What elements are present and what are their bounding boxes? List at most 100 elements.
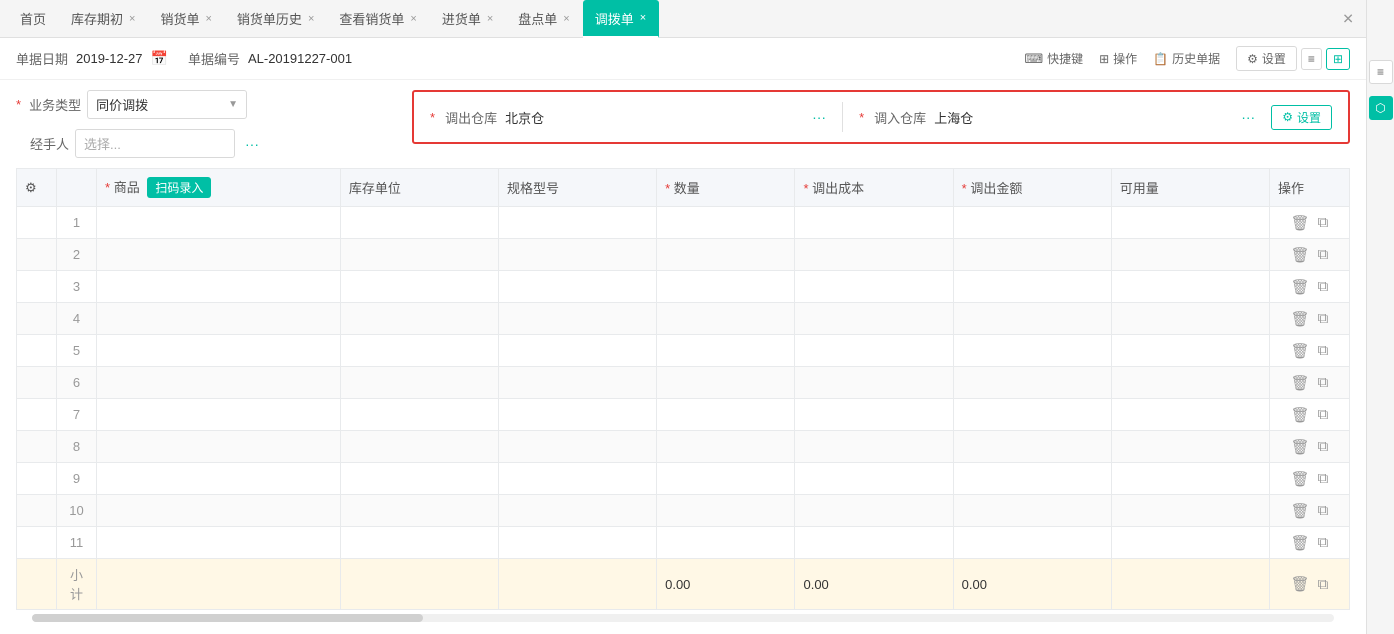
row-spec-cell[interactable] bbox=[498, 463, 656, 495]
row-spec-cell[interactable] bbox=[498, 527, 656, 559]
row-product-cell[interactable] bbox=[97, 207, 341, 239]
row-spec-cell[interactable] bbox=[498, 239, 656, 271]
row-qty-cell[interactable] bbox=[657, 367, 795, 399]
row-spec-cell[interactable] bbox=[498, 367, 656, 399]
handler-select[interactable]: 选择... bbox=[75, 129, 235, 158]
tab-close-stocktaking[interactable]: × bbox=[563, 13, 569, 25]
row-delete-icon[interactable]: 🗑 bbox=[1291, 278, 1310, 296]
row-cost-cell[interactable] bbox=[795, 431, 953, 463]
row-unit-cell[interactable] bbox=[340, 399, 498, 431]
tab-close-inventory-init[interactable]: × bbox=[129, 13, 135, 25]
row-amount-cell[interactable] bbox=[953, 335, 1111, 367]
row-spec-cell[interactable] bbox=[498, 335, 656, 367]
row-qty-cell[interactable] bbox=[657, 207, 795, 239]
row-cost-cell[interactable] bbox=[795, 463, 953, 495]
row-qty-cell[interactable] bbox=[657, 399, 795, 431]
row-unit-cell[interactable] bbox=[340, 431, 498, 463]
row-cost-cell[interactable] bbox=[795, 239, 953, 271]
row-unit-cell[interactable] bbox=[340, 463, 498, 495]
row-amount-cell[interactable] bbox=[953, 239, 1111, 271]
row-copy-icon[interactable]: ⧉ bbox=[1318, 502, 1329, 519]
row-qty-cell[interactable] bbox=[657, 495, 795, 527]
row-copy-icon[interactable]: ⧉ bbox=[1318, 214, 1329, 231]
tab-purchase[interactable]: 进货单 × bbox=[430, 0, 506, 38]
row-qty-cell[interactable] bbox=[657, 271, 795, 303]
row-delete-icon[interactable]: 🗑 bbox=[1291, 214, 1310, 232]
tab-inventory-init[interactable]: 库存期初 × bbox=[59, 0, 148, 38]
row-amount-cell[interactable] bbox=[953, 527, 1111, 559]
row-copy-icon[interactable]: ⧉ bbox=[1318, 246, 1329, 263]
row-cost-cell[interactable] bbox=[795, 335, 953, 367]
handler-more-icon[interactable]: ··· bbox=[245, 136, 259, 152]
row-spec-cell[interactable] bbox=[498, 271, 656, 303]
row-copy-icon[interactable]: ⧉ bbox=[1318, 406, 1329, 423]
window-close-button[interactable]: ✕ bbox=[1342, 10, 1354, 27]
row-spec-cell[interactable] bbox=[498, 495, 656, 527]
row-spec-cell[interactable] bbox=[498, 399, 656, 431]
row-unit-cell[interactable] bbox=[340, 207, 498, 239]
subtotal-copy-icon[interactable]: ⧉ bbox=[1318, 576, 1329, 593]
tab-transfer[interactable]: 调拨单 × bbox=[583, 0, 659, 38]
row-amount-cell[interactable] bbox=[953, 495, 1111, 527]
th-gear[interactable]: ⚙ bbox=[17, 169, 57, 207]
settings-button[interactable]: ⚙ 设置 bbox=[1236, 46, 1297, 71]
row-product-cell[interactable] bbox=[97, 495, 341, 527]
row-copy-icon[interactable]: ⧉ bbox=[1318, 342, 1329, 359]
row-copy-icon[interactable]: ⧉ bbox=[1318, 374, 1329, 391]
row-qty-cell[interactable] bbox=[657, 303, 795, 335]
scroll-bar[interactable] bbox=[32, 614, 1334, 622]
row-cost-cell[interactable] bbox=[795, 271, 953, 303]
row-qty-cell[interactable] bbox=[657, 527, 795, 559]
out-warehouse-more-icon[interactable]: ··· bbox=[812, 109, 826, 125]
tab-close-sales-history[interactable]: × bbox=[308, 13, 314, 25]
row-delete-icon[interactable]: 🗑 bbox=[1291, 310, 1310, 328]
row-amount-cell[interactable] bbox=[953, 431, 1111, 463]
tab-home[interactable]: 首页 bbox=[8, 0, 59, 38]
row-product-cell[interactable] bbox=[97, 463, 341, 495]
subtotal-delete-icon[interactable]: 🗑 bbox=[1291, 575, 1310, 593]
sidebar-link-btn[interactable]: ⬡ bbox=[1369, 96, 1393, 120]
shortcut-btn[interactable]: ⌨ 快捷键 bbox=[1024, 50, 1083, 67]
warehouse-settings-button[interactable]: ⚙ 设置 bbox=[1271, 105, 1332, 130]
row-unit-cell[interactable] bbox=[340, 527, 498, 559]
row-product-cell[interactable] bbox=[97, 271, 341, 303]
row-amount-cell[interactable] bbox=[953, 303, 1111, 335]
history-btn[interactable]: 📋 历史单据 bbox=[1153, 50, 1220, 67]
tab-close-purchase[interactable]: × bbox=[487, 13, 493, 25]
biz-type-select[interactable]: 同价调拨 ▼ bbox=[87, 90, 247, 119]
row-cost-cell[interactable] bbox=[795, 367, 953, 399]
row-qty-cell[interactable] bbox=[657, 431, 795, 463]
row-delete-icon[interactable]: 🗑 bbox=[1291, 374, 1310, 392]
tab-close-transfer[interactable]: × bbox=[640, 12, 646, 24]
scroll-thumb[interactable] bbox=[32, 614, 423, 622]
row-cost-cell[interactable] bbox=[795, 399, 953, 431]
row-delete-icon[interactable]: 🗑 bbox=[1291, 342, 1310, 360]
row-copy-icon[interactable]: ⧉ bbox=[1318, 470, 1329, 487]
tab-sales-order[interactable]: 销货单 × bbox=[148, 0, 224, 38]
row-amount-cell[interactable] bbox=[953, 367, 1111, 399]
row-copy-icon[interactable]: ⧉ bbox=[1318, 534, 1329, 551]
row-delete-icon[interactable]: 🗑 bbox=[1291, 502, 1310, 520]
row-unit-cell[interactable] bbox=[340, 271, 498, 303]
row-cost-cell[interactable] bbox=[795, 207, 953, 239]
in-warehouse-more-icon[interactable]: ··· bbox=[1241, 109, 1255, 125]
row-copy-icon[interactable]: ⧉ bbox=[1318, 438, 1329, 455]
row-delete-icon[interactable]: 🗑 bbox=[1291, 438, 1310, 456]
row-delete-icon[interactable]: 🗑 bbox=[1291, 470, 1310, 488]
row-spec-cell[interactable] bbox=[498, 431, 656, 463]
row-cost-cell[interactable] bbox=[795, 303, 953, 335]
row-cost-cell[interactable] bbox=[795, 495, 953, 527]
row-qty-cell[interactable] bbox=[657, 239, 795, 271]
row-qty-cell[interactable] bbox=[657, 335, 795, 367]
row-spec-cell[interactable] bbox=[498, 207, 656, 239]
row-cost-cell[interactable] bbox=[795, 527, 953, 559]
row-copy-icon[interactable]: ⧉ bbox=[1318, 310, 1329, 327]
tab-sales-history[interactable]: 销货单历史 × bbox=[225, 0, 327, 38]
row-amount-cell[interactable] bbox=[953, 207, 1111, 239]
layout-list-button[interactable]: ≡ bbox=[1301, 48, 1322, 70]
row-product-cell[interactable] bbox=[97, 239, 341, 271]
row-amount-cell[interactable] bbox=[953, 463, 1111, 495]
tab-view-sales[interactable]: 查看销货单 × bbox=[327, 0, 429, 38]
row-delete-icon[interactable]: 🗑 bbox=[1291, 534, 1310, 552]
row-copy-icon[interactable]: ⧉ bbox=[1318, 278, 1329, 295]
